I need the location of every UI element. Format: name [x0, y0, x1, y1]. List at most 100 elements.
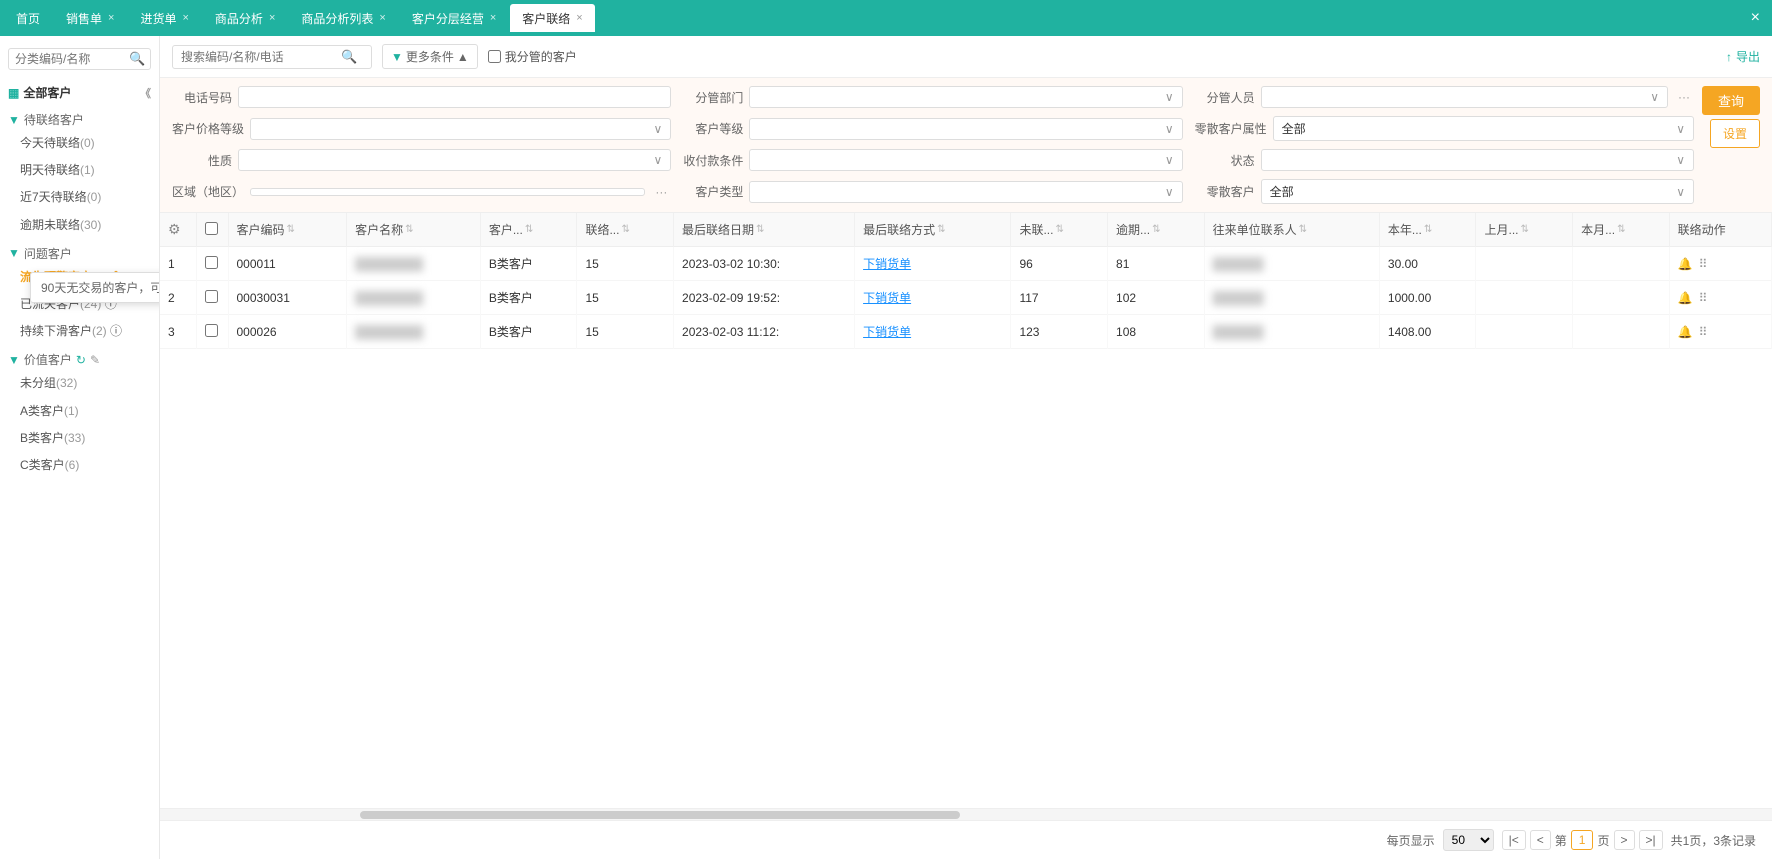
last-method-link-0[interactable]: 下销货单 — [863, 257, 911, 271]
filter-region-select[interactable] — [250, 188, 645, 196]
my-customers-checkbox[interactable] — [488, 50, 501, 63]
sidebar-item-class-c[interactable]: C类客户(6) — [0, 452, 159, 479]
sidebar-group-problem[interactable]: ▼ 问题客户 — [0, 239, 159, 264]
tab-sales[interactable]: 销售单 × — [54, 4, 126, 32]
my-customers-checkbox-label[interactable]: 我分管的客户 — [488, 48, 577, 65]
row-checkbox-0[interactable] — [205, 256, 218, 269]
filter-person-select[interactable]: ∨ — [1261, 86, 1668, 108]
th-last-month[interactable]: 上月...⇅ — [1476, 213, 1573, 247]
tab-home[interactable]: 首页 — [4, 4, 52, 32]
sidebar-item-class-a[interactable]: A类客户(1) — [0, 398, 159, 425]
sort-icon-this-year[interactable]: ⇅ — [1424, 224, 1432, 235]
action-bell-icon-2[interactable]: 🔔 — [1678, 325, 1693, 339]
tab-purchase-close[interactable]: × — [182, 12, 188, 24]
sidebar-all-customers[interactable]: ▦ 全部客户 《 — [0, 80, 159, 105]
query-button[interactable]: 查询 — [1702, 86, 1760, 115]
settings-button[interactable]: 设置 — [1710, 119, 1760, 148]
sidebar-item-ungroup[interactable]: 未分组(32) — [0, 370, 159, 397]
sidebar-group-pending[interactable]: ▼ 待联络客户 — [0, 105, 159, 130]
cell-last-method-0[interactable]: 下销货单 — [855, 247, 1011, 281]
th-checkbox[interactable] — [196, 213, 228, 247]
tab-analysis-close[interactable]: × — [269, 12, 275, 24]
sort-icon-last-date[interactable]: ⇅ — [756, 224, 764, 235]
settings-col-icon[interactable]: ⚙ — [168, 221, 181, 237]
filter-phone-input[interactable] — [238, 86, 671, 108]
cell-last-method-2[interactable]: 下销货单 — [855, 315, 1011, 349]
cell-checkbox-0[interactable] — [196, 247, 228, 281]
th-last-method[interactable]: 最后联络方式⇅ — [855, 213, 1011, 247]
filter-price-tier-select[interactable]: ∨ — [250, 118, 671, 140]
tab-purchase[interactable]: 进货单 × — [128, 4, 200, 32]
select-all-checkbox[interactable] — [205, 222, 218, 235]
sort-icon-overdue[interactable]: ⇅ — [1152, 224, 1160, 235]
sort-icon-code[interactable]: ⇅ — [287, 224, 295, 235]
window-close-icon[interactable]: × — [1743, 9, 1768, 27]
th-name[interactable]: 客户名称⇅ — [347, 213, 481, 247]
th-contact-person[interactable]: 往来单位联系人⇅ — [1204, 213, 1379, 247]
filter-customer-type-select[interactable]: ∨ — [749, 181, 1182, 203]
search-input[interactable] — [181, 50, 341, 64]
sort-icon-contact-count[interactable]: ⇅ — [621, 224, 629, 235]
sidebar-item-7days[interactable]: 近7天待联络(0) — [0, 184, 159, 211]
last-page-btn[interactable]: >| — [1639, 830, 1663, 850]
tab-analysis-list-close[interactable]: × — [379, 12, 385, 24]
tab-customer-connect[interactable]: 客户联络 × — [510, 4, 594, 32]
search-icon[interactable]: 🔍 — [341, 49, 357, 65]
sort-icon-type[interactable]: ⇅ — [525, 224, 533, 235]
tab-sales-close[interactable]: × — [108, 12, 114, 24]
sidebar-item-declining[interactable]: 持续下滑客户(2) ⓘ — [0, 318, 159, 345]
refresh-icon[interactable]: ↻ — [76, 353, 86, 367]
horizontal-scrollbar[interactable] — [160, 808, 1772, 820]
row-checkbox-1[interactable] — [205, 290, 218, 303]
action-more-icon-0[interactable]: ⠿ — [1699, 257, 1708, 271]
filter-nature-select[interactable]: ∨ — [238, 149, 671, 171]
th-this-year[interactable]: 本年...⇅ — [1379, 213, 1476, 247]
action-bell-icon-0[interactable]: 🔔 — [1678, 257, 1693, 271]
last-method-link-2[interactable]: 下销货单 — [863, 325, 911, 339]
tab-analysis[interactable]: 商品分析 × — [203, 4, 287, 32]
filter-retail-customer-select[interactable]: 全部 ∨ — [1261, 179, 1694, 204]
filter-retail-attr-select[interactable]: 全部 ∨ — [1273, 116, 1694, 141]
edit-icon[interactable]: ✎ — [90, 353, 100, 367]
filter-status-select[interactable]: ∨ — [1261, 149, 1694, 171]
sort-icon-not-contacted[interactable]: ⇅ — [1055, 224, 1063, 235]
th-code[interactable]: 客户编码⇅ — [228, 213, 347, 247]
sidebar-item-class-b[interactable]: B类客户(33) — [0, 425, 159, 452]
prev-page-btn[interactable]: < — [1530, 830, 1551, 850]
more-conditions-btn[interactable]: ▼ 更多条件 ▲ — [382, 44, 478, 69]
th-contact-count[interactable]: 联络...⇅ — [577, 213, 674, 247]
first-page-btn[interactable]: |< — [1502, 830, 1526, 850]
tab-customer-connect-close[interactable]: × — [576, 12, 582, 24]
cell-checkbox-2[interactable] — [196, 315, 228, 349]
sort-icon-contact-person[interactable]: ⇅ — [1299, 224, 1307, 235]
action-more-icon-1[interactable]: ⠿ — [1699, 291, 1708, 305]
th-this-month[interactable]: 本月...⇅ — [1573, 213, 1670, 247]
sort-icon-this-month[interactable]: ⇅ — [1617, 224, 1625, 235]
sidebar-item-today[interactable]: 今天待联络(0) — [0, 130, 159, 157]
sort-icon-last-method[interactable]: ⇅ — [937, 224, 945, 235]
th-last-date[interactable]: 最后联络日期⇅ — [674, 213, 855, 247]
th-type[interactable]: 客户...⇅ — [480, 213, 577, 247]
per-page-select[interactable]: 50 100 — [1443, 829, 1494, 851]
action-bell-icon-1[interactable]: 🔔 — [1678, 291, 1693, 305]
sidebar-item-tomorrow[interactable]: 明天待联络(1) — [0, 157, 159, 184]
filter-dept-select[interactable]: ∨ — [749, 86, 1182, 108]
filter-payment-select[interactable]: ∨ — [749, 149, 1182, 171]
cell-checkbox-1[interactable] — [196, 281, 228, 315]
action-more-icon-2[interactable]: ⠿ — [1699, 325, 1708, 339]
tab-analysis-list[interactable]: 商品分析列表 × — [289, 4, 397, 32]
tab-customer-tier-close[interactable]: × — [490, 12, 496, 24]
row-checkbox-2[interactable] — [205, 324, 218, 337]
filter-customer-tier-select[interactable]: ∨ — [749, 118, 1182, 140]
scrollbar-thumb[interactable] — [360, 811, 960, 819]
th-overdue[interactable]: 逾期...⇅ — [1108, 213, 1205, 247]
next-page-btn[interactable]: > — [1614, 830, 1635, 850]
th-not-contacted[interactable]: 未联...⇅ — [1011, 213, 1108, 247]
sidebar-collapse-icon[interactable]: 《 — [140, 85, 151, 101]
export-btn[interactable]: ↑ 导出 — [1726, 48, 1760, 65]
sort-icon-name[interactable]: ⇅ — [405, 224, 413, 235]
more-btn-region[interactable]: ··· — [651, 185, 671, 199]
tab-customer-tier[interactable]: 客户分层经营 × — [400, 4, 508, 32]
sidebar-group-value[interactable]: ▼ 价值客户 ↻ ✎ — [0, 345, 159, 370]
last-method-link-1[interactable]: 下销货单 — [863, 291, 911, 305]
